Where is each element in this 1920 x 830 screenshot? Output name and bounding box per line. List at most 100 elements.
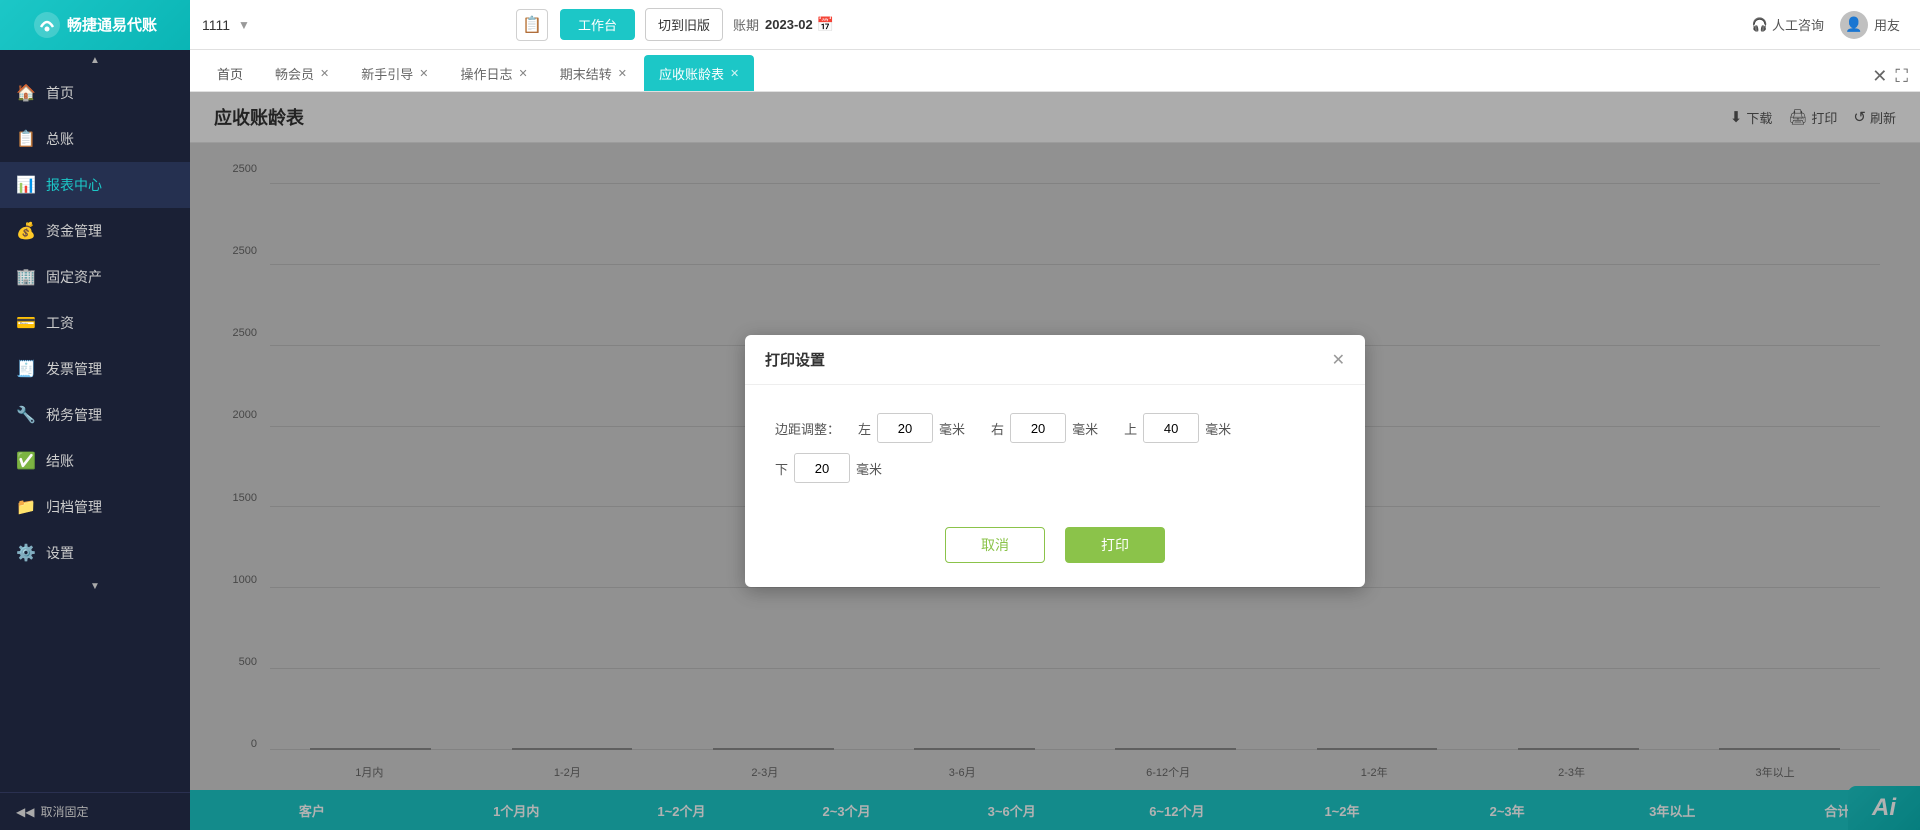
sidebar-item-reports[interactable]: 📊 报表中心 (0, 162, 190, 208)
calendar-icon-btn[interactable]: 📋 (516, 9, 548, 41)
sidebar-label-ledger: 总账 (46, 129, 74, 149)
avatar-icon: 👤 (1845, 16, 1862, 33)
sidebar-label-archive: 归档管理 (46, 497, 102, 517)
logo-icon (33, 11, 61, 39)
margin-right-group: 右 毫米 (991, 413, 1098, 443)
tab-guide-label: 新手引导 (361, 64, 413, 83)
sidebar-label-settings: 设置 (46, 543, 74, 563)
sidebar-item-salary[interactable]: 💳 工资 (0, 300, 190, 346)
tab-period-label: 期末结转 (560, 64, 612, 83)
sidebar-item-archive[interactable]: 📁 归档管理 (0, 484, 190, 530)
sidebar-item-close[interactable]: ✅ 结账 (0, 438, 190, 484)
tab-aging-label: 应收账龄表 (659, 64, 724, 83)
margin-bottom-group: 下 毫米 (775, 453, 882, 483)
user-label: 用友 (1874, 15, 1900, 34)
company-dropdown-arrow[interactable]: ▼ (238, 18, 250, 32)
tab-close-all-icon[interactable]: ✕ (1872, 66, 1887, 87)
right-unit-label: 毫米 (1072, 419, 1098, 438)
tab-log-close[interactable]: ✕ (519, 67, 528, 80)
sidebar-item-ledger[interactable]: 📋 总账 (0, 116, 190, 162)
sidebar-scroll-down[interactable]: ▼ (0, 576, 190, 596)
tab-vip[interactable]: 畅会员 ✕ (260, 55, 344, 91)
main-layout: ▲ 🏠 首页 📋 总账 📊 报表中心 💰 资金管理 🏢 固定资产 💳 工资 🧾 … (0, 50, 1920, 830)
support-button[interactable]: 🎧 人工咨询 (1752, 15, 1824, 34)
logo-text: 畅捷通易代账 (67, 14, 157, 35)
pin-icon: ◀◀ (16, 805, 34, 819)
left-direction-label: 左 (858, 419, 871, 438)
top-unit-label: 毫米 (1205, 419, 1231, 438)
logo-area: 畅捷通易代账 (0, 0, 190, 50)
company-name: 1111 (202, 17, 230, 33)
sidebar-item-invoice[interactable]: 🧾 发票管理 (0, 346, 190, 392)
bottom-unit-label: 毫米 (856, 459, 882, 478)
sidebar-item-settings[interactable]: ⚙️ 设置 (0, 530, 190, 576)
modal-footer: 取消 打印 (745, 511, 1365, 587)
sidebar-item-tax[interactable]: 🔧 税务管理 (0, 392, 190, 438)
headset-icon: 🎧 (1752, 17, 1768, 33)
modal-dialog: 打印设置 ✕ 边距调整： 左 毫米 右 (745, 335, 1365, 587)
tab-period[interactable]: 期末结转 ✕ (545, 55, 642, 91)
tab-guide[interactable]: 新手引导 ✕ (346, 55, 443, 91)
right-direction-label: 右 (991, 419, 1004, 438)
unpin-label: 取消固定 (40, 803, 88, 820)
left-unit-label: 毫米 (939, 419, 965, 438)
top-header: 畅捷通易代账 1111 ▼ 📋 工作台 切到旧版 账期 2023-02 📅 🎧 … (0, 0, 1920, 50)
right-margin-input[interactable] (1010, 413, 1066, 443)
close-books-icon: ✅ (16, 451, 36, 471)
user-area[interactable]: 👤 用友 (1840, 11, 1900, 39)
funds-icon: 💰 (16, 221, 36, 241)
assets-icon: 🏢 (16, 267, 36, 287)
sidebar-label-assets: 固定资产 (46, 267, 102, 287)
confirm-print-button[interactable]: 打印 (1065, 527, 1165, 563)
sidebar-item-funds[interactable]: 💰 资金管理 (0, 208, 190, 254)
tax-icon: 🔧 (16, 405, 36, 425)
sidebar-label-salary: 工资 (46, 313, 74, 333)
modal-overlay: 打印设置 ✕ 边距调整： 左 毫米 右 (190, 92, 1920, 830)
sidebar-label-close: 结账 (46, 451, 74, 471)
sidebar-unpin-button[interactable]: ◀◀ 取消固定 (0, 792, 190, 830)
top-direction-label: 上 (1124, 419, 1137, 438)
sidebar-label-home: 首页 (46, 83, 74, 103)
modal-title: 打印设置 (765, 349, 825, 370)
period-calendar-icon[interactable]: 📅 (817, 16, 834, 33)
sidebar-item-assets[interactable]: 🏢 固定资产 (0, 254, 190, 300)
tab-vip-label: 畅会员 (275, 64, 314, 83)
tabs-bar: 首页 畅会员 ✕ 新手引导 ✕ 操作日志 ✕ 期末结转 ✕ 应收账龄表 ✕ (190, 50, 1920, 92)
workbench-button[interactable]: 工作台 (560, 9, 635, 40)
archive-icon: 📁 (16, 497, 36, 517)
tab-aging-close[interactable]: ✕ (730, 67, 739, 80)
sidebar-label-reports: 报表中心 (46, 175, 102, 195)
sidebar-label-invoice: 发票管理 (46, 359, 102, 379)
sidebar: ▲ 🏠 首页 📋 总账 📊 报表中心 💰 资金管理 🏢 固定资产 💳 工资 🧾 … (0, 50, 190, 830)
bottom-margin-input[interactable] (794, 453, 850, 483)
sidebar-scroll-up[interactable]: ▲ (0, 50, 190, 70)
modal-body: 边距调整： 左 毫米 右 毫米 (745, 385, 1365, 511)
tab-log[interactable]: 操作日志 ✕ (445, 55, 542, 91)
content-area: 首页 畅会员 ✕ 新手引导 ✕ 操作日志 ✕ 期末结转 ✕ 应收账龄表 ✕ (190, 50, 1920, 830)
top-margin-input[interactable] (1143, 413, 1199, 443)
tab-home[interactable]: 首页 (202, 55, 258, 91)
margin-adjust-label: 边距调整： (775, 419, 840, 438)
page-content: 应收账龄表 ⬇ 下载 🖨 打印 ↺ 刷新 (190, 92, 1920, 830)
calendar-icon: 📋 (522, 15, 542, 35)
tab-vip-close[interactable]: ✕ (320, 67, 329, 80)
tab-expand-icon[interactable]: ⛶ (1895, 66, 1908, 87)
tab-aging[interactable]: 应收账龄表 ✕ (644, 55, 754, 91)
sidebar-item-home[interactable]: 🏠 首页 (0, 70, 190, 116)
modal-close-button[interactable]: ✕ (1332, 350, 1345, 370)
user-avatar: 👤 (1840, 11, 1868, 39)
settings-icon: ⚙️ (16, 543, 36, 563)
left-margin-input[interactable] (877, 413, 933, 443)
support-label: 人工咨询 (1772, 15, 1824, 34)
period-label: 账期 (733, 15, 759, 34)
margin-row: 边距调整： 左 毫米 右 毫米 (775, 413, 1335, 483)
sidebar-label-tax: 税务管理 (46, 405, 102, 425)
tab-period-close[interactable]: ✕ (618, 67, 627, 80)
cancel-button[interactable]: 取消 (945, 527, 1045, 563)
switch-version-button[interactable]: 切到旧版 (645, 8, 723, 41)
tab-guide-close[interactable]: ✕ (419, 67, 428, 80)
tabs-right-actions: ✕ ⛶ (1872, 66, 1908, 91)
header-company: 1111 ▼ (190, 17, 510, 33)
tab-log-label: 操作日志 (460, 64, 512, 83)
bottom-direction-label: 下 (775, 459, 788, 478)
